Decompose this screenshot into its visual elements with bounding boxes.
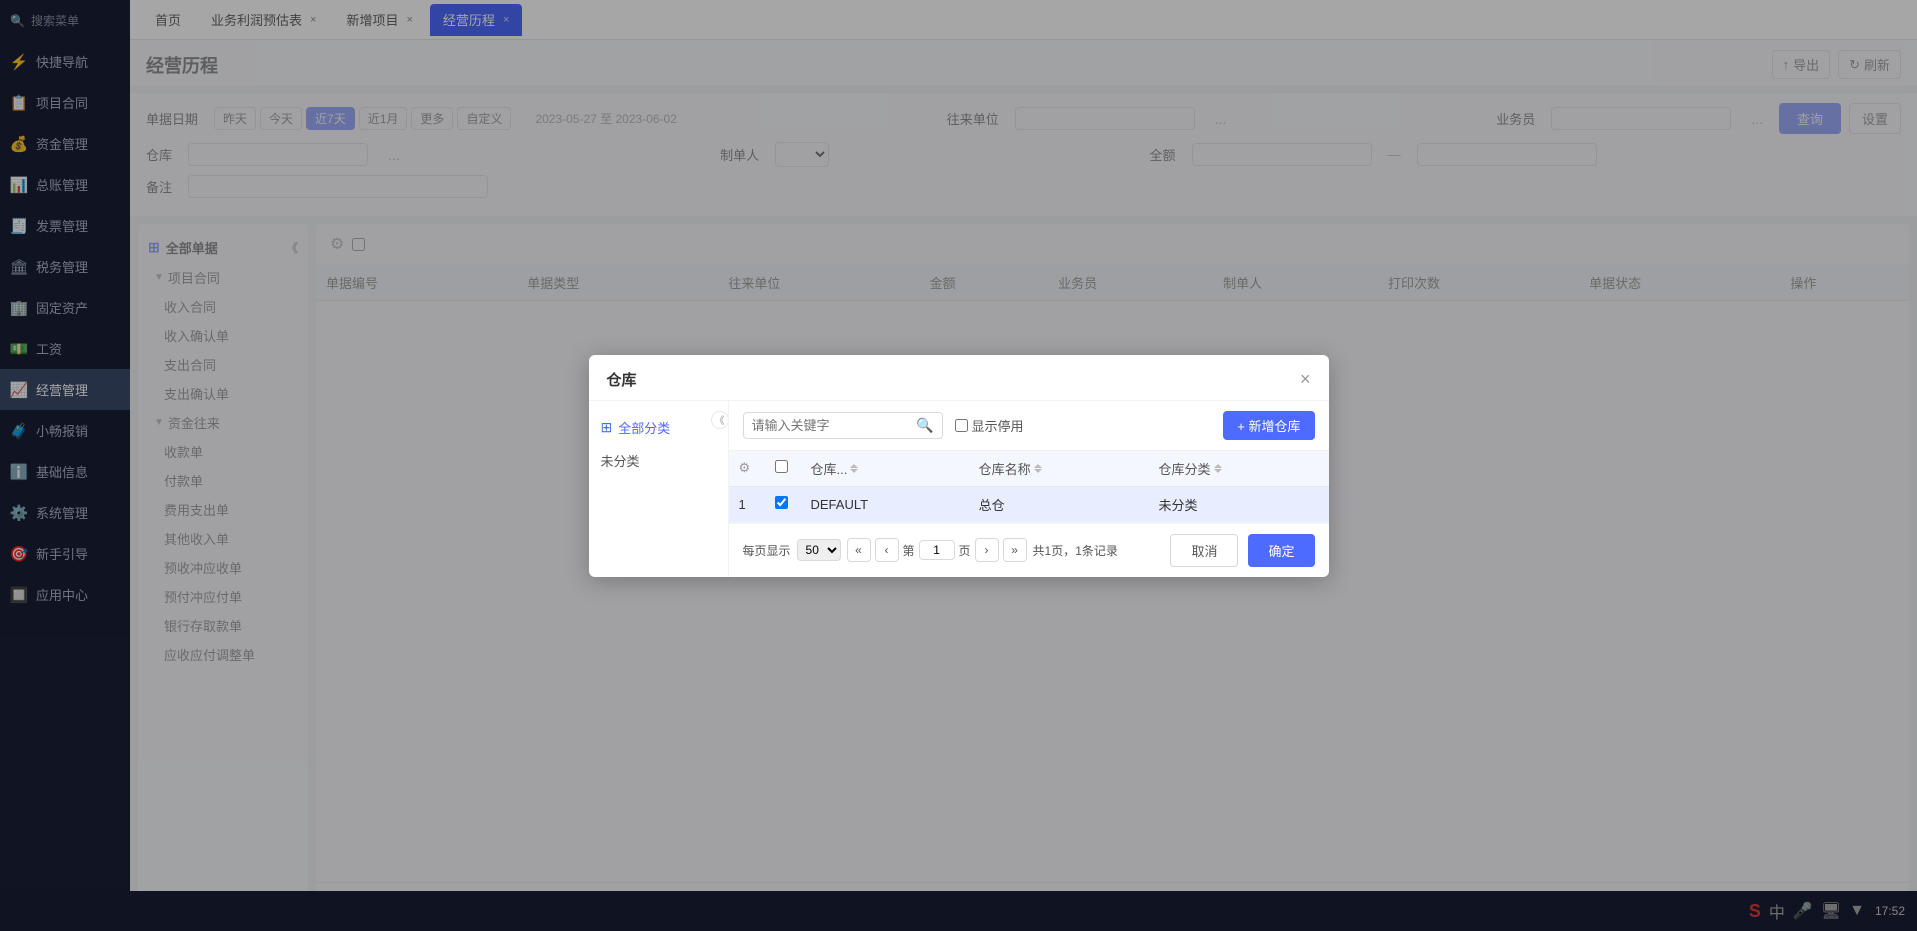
- th-settings: ⚙: [729, 451, 765, 487]
- dialog-header: 仓库 ×: [589, 355, 1329, 401]
- sort-icon-name: [1034, 464, 1042, 473]
- th-code: 仓库...: [801, 451, 969, 487]
- dialog-footer: 每页显示 50 « ‹ 第 页 › »: [729, 523, 1329, 577]
- sort-up-name: [1034, 464, 1042, 468]
- dialog-page-size-select[interactable]: 50: [797, 539, 841, 561]
- grid-small-icon: ⊞: [601, 419, 613, 436]
- dialog-page-suffix: 页: [959, 542, 971, 559]
- all-category-label: 全部分类: [618, 418, 670, 437]
- sort-up-category: [1214, 464, 1222, 468]
- dialog-pagination: 每页显示 50 « ‹ 第 页 › »: [743, 538, 1118, 562]
- row-code: DEFAULT: [801, 486, 969, 522]
- dialog-left-nav: ⊞ 全部分类 《 未分类: [589, 401, 729, 577]
- dialog-table-wrap: ⚙ 仓库...: [729, 451, 1329, 523]
- th-checkbox: [765, 451, 801, 487]
- dialog-search-box: 🔍: [743, 412, 943, 439]
- dialog-select-all[interactable]: [775, 460, 788, 473]
- sort-up: [850, 464, 858, 468]
- dialog-left-collapse-btn[interactable]: 《: [711, 411, 729, 429]
- dialog-toolbar: 🔍 显示停用 + 新增仓库: [729, 401, 1329, 451]
- unclassified-label: 未分类: [601, 451, 640, 470]
- dialog-unclassified[interactable]: 未分类: [589, 444, 728, 477]
- dialog-next-btn[interactable]: ›: [975, 538, 999, 562]
- dialog-title: 仓库: [607, 369, 637, 390]
- col-settings-icon[interactable]: ⚙: [739, 460, 751, 475]
- row-checkbox-cell: [765, 486, 801, 522]
- th-category-label: 仓库分类: [1159, 459, 1211, 478]
- dialog-page-size-label: 每页显示: [743, 542, 791, 559]
- th-category: 仓库分类: [1149, 451, 1329, 487]
- dialog-total: 共1页，1条记录: [1033, 542, 1118, 559]
- th-code-label: 仓库...: [811, 459, 848, 478]
- show-disabled-checkbox[interactable]: [955, 419, 968, 432]
- row-checkbox[interactable]: [775, 496, 788, 509]
- dialog-actions: 取消 确定: [1170, 534, 1314, 567]
- dialog-prev-btn[interactable]: ‹: [875, 538, 899, 562]
- row-name: 总仓: [969, 486, 1149, 522]
- dialog-search-input[interactable]: [752, 418, 911, 433]
- sort-icon: [850, 464, 858, 473]
- dialog-pag-btns: « ‹ 第 页 › »: [847, 538, 1027, 562]
- dialog-page-input[interactable]: [919, 540, 955, 560]
- dialog-first-btn[interactable]: «: [847, 538, 871, 562]
- th-name-sort[interactable]: 仓库名称: [979, 459, 1139, 478]
- sort-icon-category: [1214, 464, 1222, 473]
- sort-down-name: [1034, 469, 1042, 473]
- dialog-right: 🔍 显示停用 + 新增仓库: [729, 401, 1329, 577]
- th-name: 仓库名称: [969, 451, 1149, 487]
- row-index: 1: [729, 486, 765, 522]
- th-category-sort[interactable]: 仓库分类: [1159, 459, 1319, 478]
- dialog-close-button[interactable]: ×: [1300, 370, 1311, 388]
- dialog-table: ⚙ 仓库...: [729, 451, 1329, 523]
- show-disabled-text: 显示停用: [972, 416, 1024, 435]
- dialog-body: ⊞ 全部分类 《 未分类 🔍: [589, 401, 1329, 577]
- show-disabled-label[interactable]: 显示停用: [955, 416, 1024, 435]
- dialog-all-category[interactable]: ⊞ 全部分类: [589, 411, 728, 444]
- th-name-label: 仓库名称: [979, 459, 1031, 478]
- warehouse-dialog: 仓库 × ⊞ 全部分类 《 未分类: [589, 355, 1329, 577]
- add-warehouse-button[interactable]: + 新增仓库: [1223, 411, 1314, 440]
- sort-down-category: [1214, 469, 1222, 473]
- dialog-confirm-button[interactable]: 确定: [1248, 534, 1314, 567]
- dialog-page-label: 第: [903, 542, 915, 559]
- sort-down: [850, 469, 858, 473]
- th-code-sort[interactable]: 仓库...: [811, 459, 959, 478]
- search-icon: 🔍: [916, 417, 933, 434]
- dialog-cancel-button[interactable]: 取消: [1170, 534, 1238, 567]
- row-category: 未分类: [1149, 486, 1329, 522]
- table-row[interactable]: 1 DEFAULT 总仓 未分类: [729, 486, 1329, 522]
- dialog-last-btn[interactable]: »: [1003, 538, 1027, 562]
- dialog-overlay: 仓库 × ⊞ 全部分类 《 未分类: [0, 0, 1917, 931]
